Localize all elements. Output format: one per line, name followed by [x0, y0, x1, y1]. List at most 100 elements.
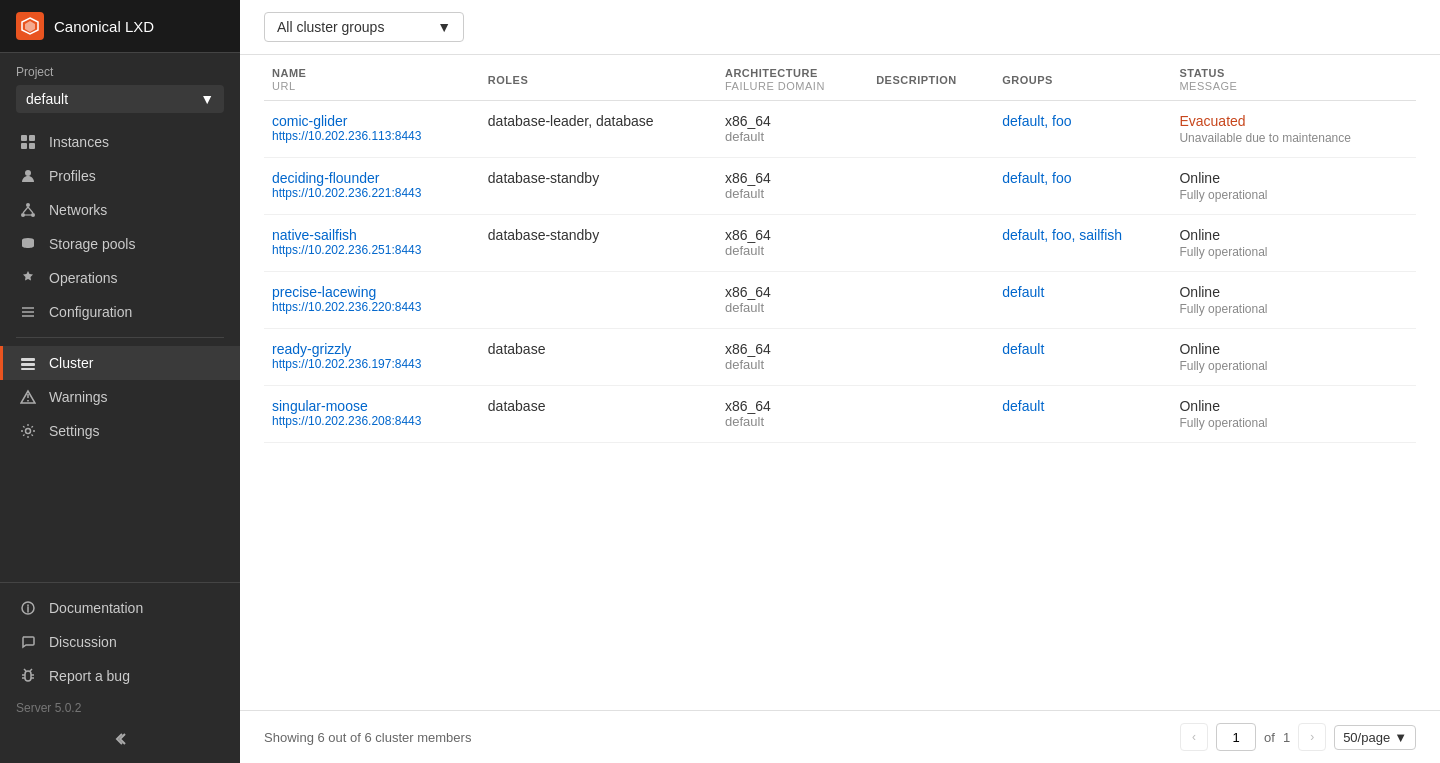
- cluster-table-container: NAME URL ROLES ARCHITECTURE FAILURE DOMA…: [240, 55, 1440, 710]
- warnings-icon: [19, 388, 37, 406]
- svg-line-11: [28, 207, 33, 213]
- member-url[interactable]: https://10.202.236.220:8443: [272, 300, 472, 314]
- svg-rect-2: [21, 135, 27, 141]
- sidebar-label-warnings: Warnings: [49, 389, 108, 405]
- cell-name-url: singular-moose https://10.202.236.208:84…: [264, 386, 480, 443]
- pagination-controls: ‹ of 1 › 50/page ▼: [1180, 723, 1416, 751]
- server-version: Server 5.0.2: [0, 693, 240, 723]
- col-header-name: NAME URL: [264, 55, 480, 101]
- config-icon: [19, 303, 37, 321]
- discussion-icon: [19, 633, 37, 651]
- cell-roles: [480, 272, 717, 329]
- main-content: All cluster groups ▼ NAME URL ROLES A: [240, 0, 1440, 763]
- member-name[interactable]: comic-glider: [272, 113, 472, 129]
- svg-rect-19: [21, 368, 35, 370]
- sidebar-item-documentation[interactable]: Documentation: [0, 591, 240, 625]
- sidebar-item-profiles[interactable]: Profiles: [0, 159, 240, 193]
- svg-point-7: [26, 203, 30, 207]
- member-name[interactable]: ready-grizzly: [272, 341, 472, 357]
- cell-architecture: x86_64 default: [717, 101, 868, 158]
- table-row: singular-moose https://10.202.236.208:84…: [264, 386, 1416, 443]
- cell-roles: database-standby: [480, 158, 717, 215]
- table-row: precise-lacewing https://10.202.236.220:…: [264, 272, 1416, 329]
- sidebar-label-profiles: Profiles: [49, 168, 96, 184]
- cell-status: Online Fully operational: [1171, 215, 1416, 272]
- prev-page-button[interactable]: ‹: [1180, 723, 1208, 751]
- sidebar-item-report-bug[interactable]: Report a bug: [0, 659, 240, 693]
- per-page-selector[interactable]: 50/page ▼: [1334, 725, 1416, 750]
- cluster-icon: [19, 354, 37, 372]
- cell-description: [868, 158, 994, 215]
- cell-roles: database: [480, 329, 717, 386]
- cell-architecture: x86_64 default: [717, 386, 868, 443]
- sidebar-label-instances: Instances: [49, 134, 109, 150]
- member-url[interactable]: https://10.202.236.113:8443: [272, 129, 472, 143]
- cell-roles: database-standby: [480, 215, 717, 272]
- sidebar-item-settings[interactable]: Settings: [0, 414, 240, 448]
- cell-status: Online Fully operational: [1171, 158, 1416, 215]
- project-current: default: [26, 91, 68, 107]
- pagination-info: Showing 6 out of 6 cluster members: [264, 730, 471, 745]
- sidebar-item-instances[interactable]: Instances: [0, 125, 240, 159]
- cell-name-url: deciding-flounder https://10.202.236.221…: [264, 158, 480, 215]
- sidebar-item-storage-pools[interactable]: Storage pools: [0, 227, 240, 261]
- member-url[interactable]: https://10.202.236.208:8443: [272, 414, 472, 428]
- cell-name-url: native-sailfish https://10.202.236.251:8…: [264, 215, 480, 272]
- svg-rect-5: [29, 143, 35, 149]
- cell-name-url: precise-lacewing https://10.202.236.220:…: [264, 272, 480, 329]
- member-url[interactable]: https://10.202.236.221:8443: [272, 186, 472, 200]
- svg-rect-3: [29, 135, 35, 141]
- member-name[interactable]: singular-moose: [272, 398, 472, 414]
- collapse-sidebar-button[interactable]: [0, 723, 240, 755]
- table-row: ready-grizzly https://10.202.236.197:844…: [264, 329, 1416, 386]
- sidebar-item-discussion[interactable]: Discussion: [0, 625, 240, 659]
- nav-divider: [16, 337, 224, 338]
- instances-icon: [19, 133, 37, 151]
- cell-groups: default: [994, 329, 1171, 386]
- col-header-architecture: ARCHITECTURE FAILURE DOMAIN: [717, 55, 868, 101]
- member-name[interactable]: native-sailfish: [272, 227, 472, 243]
- member-name[interactable]: precise-lacewing: [272, 284, 472, 300]
- cell-status: Online Fully operational: [1171, 272, 1416, 329]
- cell-description: [868, 101, 994, 158]
- svg-rect-18: [21, 363, 35, 366]
- sidebar-item-networks[interactable]: Networks: [0, 193, 240, 227]
- app-logo: [16, 12, 44, 40]
- svg-point-20: [27, 400, 28, 401]
- sidebar-item-warnings[interactable]: Warnings: [0, 380, 240, 414]
- cell-status: Evacuated Unavailable due to maintenance: [1171, 101, 1416, 158]
- next-page-button[interactable]: ›: [1298, 723, 1326, 751]
- total-pages: 1: [1283, 730, 1290, 745]
- project-selector[interactable]: default ▼: [16, 85, 224, 113]
- sidebar-item-configuration[interactable]: Configuration: [0, 295, 240, 329]
- page-of-label: of: [1264, 730, 1275, 745]
- sidebar-item-operations[interactable]: Operations: [0, 261, 240, 295]
- cluster-group-selector[interactable]: All cluster groups ▼: [264, 12, 464, 42]
- chevron-down-icon: ▼: [200, 91, 214, 107]
- cluster-table: NAME URL ROLES ARCHITECTURE FAILURE DOMA…: [264, 55, 1416, 443]
- sidebar: Canonical LXD Project default ▼ Instance…: [0, 0, 240, 763]
- cell-description: [868, 329, 994, 386]
- pagination-bar: Showing 6 out of 6 cluster members ‹ of …: [240, 710, 1440, 763]
- cell-groups: default: [994, 272, 1171, 329]
- cell-groups: default, foo, sailfish: [994, 215, 1171, 272]
- profiles-icon: [19, 167, 37, 185]
- cell-groups: default, foo: [994, 101, 1171, 158]
- sidebar-item-cluster[interactable]: Cluster: [0, 346, 240, 380]
- sidebar-label-cluster: Cluster: [49, 355, 93, 371]
- per-page-label: 50/page: [1343, 730, 1390, 745]
- sidebar-label-discussion: Discussion: [49, 634, 117, 650]
- nav-section: Instances Profiles: [0, 117, 240, 582]
- sidebar-label-configuration: Configuration: [49, 304, 132, 320]
- sidebar-label-documentation: Documentation: [49, 600, 143, 616]
- cell-architecture: x86_64 default: [717, 329, 868, 386]
- col-header-status: STATUS MESSAGE: [1171, 55, 1416, 101]
- cell-description: [868, 386, 994, 443]
- page-number-input[interactable]: [1216, 723, 1256, 751]
- member-url[interactable]: https://10.202.236.251:8443: [272, 243, 472, 257]
- member-url[interactable]: https://10.202.236.197:8443: [272, 357, 472, 371]
- cluster-group-chevron-icon: ▼: [437, 19, 451, 35]
- table-header-row: NAME URL ROLES ARCHITECTURE FAILURE DOMA…: [264, 55, 1416, 101]
- storage-icon: [19, 235, 37, 253]
- member-name[interactable]: deciding-flounder: [272, 170, 472, 186]
